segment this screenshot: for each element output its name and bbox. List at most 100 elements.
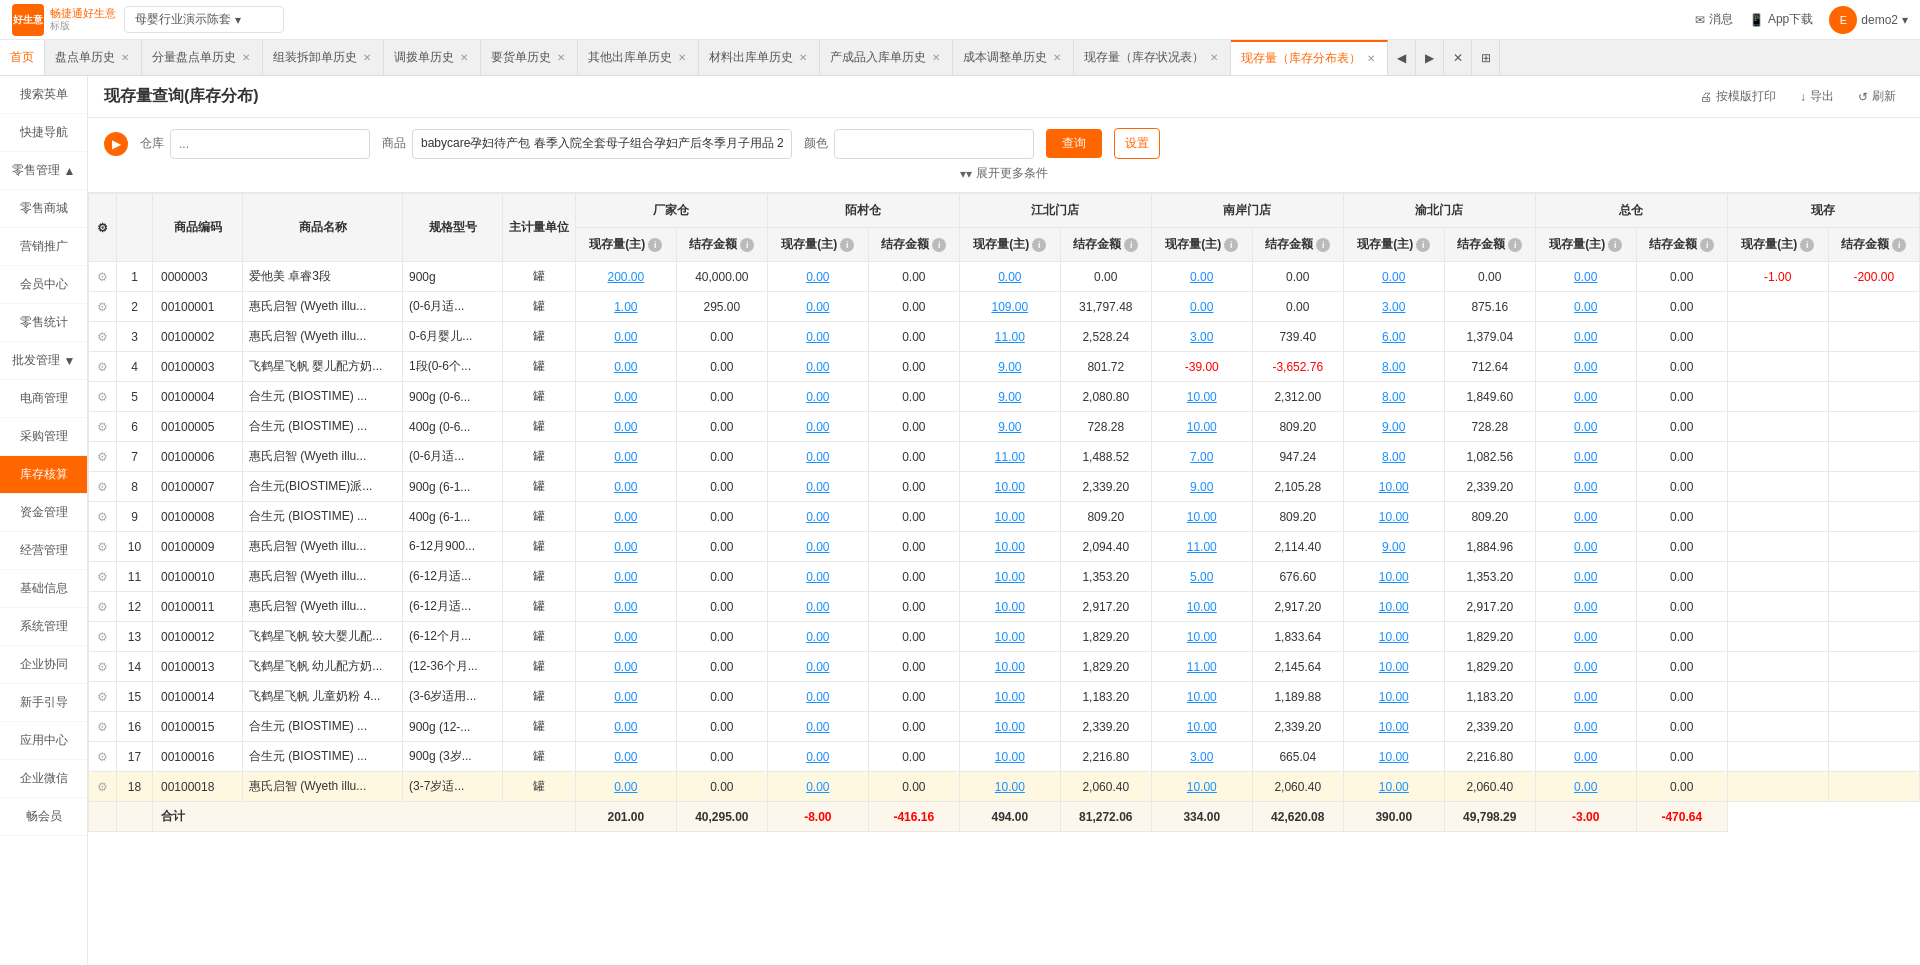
close-icon[interactable]: ✕	[119, 51, 131, 64]
cell-w7-qty[interactable]	[1727, 742, 1828, 772]
sidebar-item-inventory[interactable]: 库存核算	[0, 456, 87, 494]
tab-cost-adjust[interactable]: 成本调整单历史 ✕	[953, 40, 1074, 75]
cell-w3-qty[interactable]: 9.00	[959, 412, 1060, 442]
cell-w6-qty[interactable]: 0.00	[1535, 772, 1636, 802]
cell-w3-qty[interactable]: 11.00	[959, 442, 1060, 472]
color-input[interactable]	[834, 129, 1034, 159]
cell-w4-qty[interactable]: 10.00	[1151, 712, 1252, 742]
cell-w5-qty[interactable]: 10.00	[1343, 682, 1444, 712]
cell-w4-qty[interactable]: 0.00	[1151, 262, 1252, 292]
tab-home[interactable]: 首页	[0, 40, 45, 75]
close-icon[interactable]: ✕	[797, 51, 809, 64]
cell-w7-qty[interactable]	[1727, 592, 1828, 622]
store-selector[interactable]: 母婴行业演示陈套 ▾	[124, 6, 284, 33]
cell-w1-qty[interactable]: 1.00	[576, 292, 677, 322]
close-icon[interactable]: ✕	[1208, 51, 1220, 64]
settings-btn[interactable]: 设置	[1114, 128, 1160, 159]
cell-w3-qty[interactable]: 10.00	[959, 622, 1060, 652]
cell-w4-qty[interactable]: 3.00	[1151, 742, 1252, 772]
cell-w5-qty[interactable]: 10.00	[1343, 652, 1444, 682]
sidebar-item-operations[interactable]: 经营管理	[0, 532, 87, 570]
sidebar-item-guide[interactable]: 新手引导	[0, 684, 87, 722]
goods-input[interactable]	[412, 129, 792, 159]
cell-w2-qty[interactable]: 0.00	[767, 712, 868, 742]
sidebar-item-system[interactable]: 系统管理	[0, 608, 87, 646]
cell-w7-qty[interactable]	[1727, 472, 1828, 502]
cell-w5-qty[interactable]: 8.00	[1343, 442, 1444, 472]
cell-w3-qty[interactable]: 10.00	[959, 682, 1060, 712]
cell-w2-qty[interactable]: 0.00	[767, 352, 868, 382]
cell-w3-qty[interactable]: 0.00	[959, 262, 1060, 292]
sidebar-item-search[interactable]: 搜索英单	[0, 76, 87, 114]
cell-w6-qty[interactable]: 0.00	[1535, 412, 1636, 442]
tab-expand-btn[interactable]: ⊞	[1472, 40, 1500, 76]
cell-w1-qty[interactable]: 0.00	[576, 682, 677, 712]
tab-sub-count[interactable]: 分量盘点单历史 ✕	[142, 40, 263, 75]
cell-w7-qty[interactable]	[1727, 682, 1828, 712]
cell-w7-qty[interactable]	[1727, 322, 1828, 352]
cell-w2-qty[interactable]: 0.00	[767, 742, 868, 772]
cell-gear[interactable]: ⚙	[89, 652, 117, 682]
cell-w1-qty[interactable]: 0.00	[576, 562, 677, 592]
cell-w3-qty[interactable]: 10.00	[959, 712, 1060, 742]
cell-w4-qty[interactable]: 10.00	[1151, 772, 1252, 802]
cell-w4-qty[interactable]: 0.00	[1151, 292, 1252, 322]
print-btn[interactable]: 🖨 按模版打印	[1692, 84, 1784, 109]
cell-gear[interactable]: ⚙	[89, 592, 117, 622]
tab-product-in[interactable]: 产成品入库单历史 ✕	[820, 40, 953, 75]
cell-w2-qty[interactable]: 0.00	[767, 412, 868, 442]
cell-gear[interactable]: ⚙	[89, 772, 117, 802]
cell-w3-qty[interactable]: 10.00	[959, 652, 1060, 682]
cell-w7-qty[interactable]	[1727, 712, 1828, 742]
sidebar-item-retail-stats[interactable]: 零售统计	[0, 304, 87, 342]
cell-w1-qty[interactable]: 0.00	[576, 382, 677, 412]
cell-gear[interactable]: ⚙	[89, 352, 117, 382]
cell-w4-qty[interactable]: 9.00	[1151, 472, 1252, 502]
cell-w6-qty[interactable]: 0.00	[1535, 292, 1636, 322]
cell-w4-qty[interactable]: 3.00	[1151, 322, 1252, 352]
sidebar-item-enterprise[interactable]: 企业协同	[0, 646, 87, 684]
cell-w4-qty[interactable]: 10.00	[1151, 682, 1252, 712]
cell-w6-qty[interactable]: 0.00	[1535, 472, 1636, 502]
cell-w6-qty[interactable]: 0.00	[1535, 502, 1636, 532]
sidebar-item-wholesale-mgmt[interactable]: 批发管理 ▼	[0, 342, 87, 380]
sidebar-item-member[interactable]: 会员中心	[0, 266, 87, 304]
cell-gear[interactable]: ⚙	[89, 322, 117, 352]
refresh-btn[interactable]: ↺ 刷新	[1850, 84, 1904, 109]
cell-w1-qty[interactable]: 0.00	[576, 622, 677, 652]
cell-w3-qty[interactable]: 9.00	[959, 382, 1060, 412]
warehouse-input[interactable]	[170, 129, 370, 159]
cell-w6-qty[interactable]: 0.00	[1535, 382, 1636, 412]
cell-w3-qty[interactable]: 11.00	[959, 322, 1060, 352]
cell-w6-qty[interactable]: 0.00	[1535, 622, 1636, 652]
cell-gear[interactable]: ⚙	[89, 562, 117, 592]
cell-w1-qty[interactable]: 0.00	[576, 772, 677, 802]
cell-gear[interactable]: ⚙	[89, 532, 117, 562]
cell-w4-qty[interactable]: 10.00	[1151, 622, 1252, 652]
cell-w6-qty[interactable]: 0.00	[1535, 442, 1636, 472]
cell-gear[interactable]: ⚙	[89, 292, 117, 322]
cell-w6-qty[interactable]: 0.00	[1535, 352, 1636, 382]
cell-w1-qty[interactable]: 0.00	[576, 712, 677, 742]
cell-w2-qty[interactable]: 0.00	[767, 592, 868, 622]
cell-w6-qty[interactable]: 0.00	[1535, 592, 1636, 622]
cell-w7-qty[interactable]	[1727, 502, 1828, 532]
tab-stock-status[interactable]: 现存量（库存状况表） ✕	[1074, 40, 1231, 75]
sidebar-item-member2[interactable]: 畅会员	[0, 798, 87, 836]
cell-w7-qty[interactable]	[1727, 412, 1828, 442]
cell-w5-qty[interactable]: 9.00	[1343, 532, 1444, 562]
tab-outbound-other[interactable]: 其他出库单历史 ✕	[578, 40, 699, 75]
cell-gear[interactable]: ⚙	[89, 742, 117, 772]
cell-w2-qty[interactable]: 0.00	[767, 502, 868, 532]
cell-w5-qty[interactable]: 0.00	[1343, 262, 1444, 292]
cell-w3-qty[interactable]: 109.00	[959, 292, 1060, 322]
sidebar-item-finance[interactable]: 资金管理	[0, 494, 87, 532]
cell-gear[interactable]: ⚙	[89, 472, 117, 502]
cell-w3-qty[interactable]: 10.00	[959, 532, 1060, 562]
tab-transfer[interactable]: 调拨单历史 ✕	[384, 40, 481, 75]
export-btn[interactable]: ↓ 导出	[1792, 84, 1842, 109]
cell-w6-qty[interactable]: 0.00	[1535, 322, 1636, 352]
cell-gear[interactable]: ⚙	[89, 442, 117, 472]
sidebar-item-retail-mgmt[interactable]: 零售管理 ▲	[0, 152, 87, 190]
cell-w5-qty[interactable]: 10.00	[1343, 712, 1444, 742]
